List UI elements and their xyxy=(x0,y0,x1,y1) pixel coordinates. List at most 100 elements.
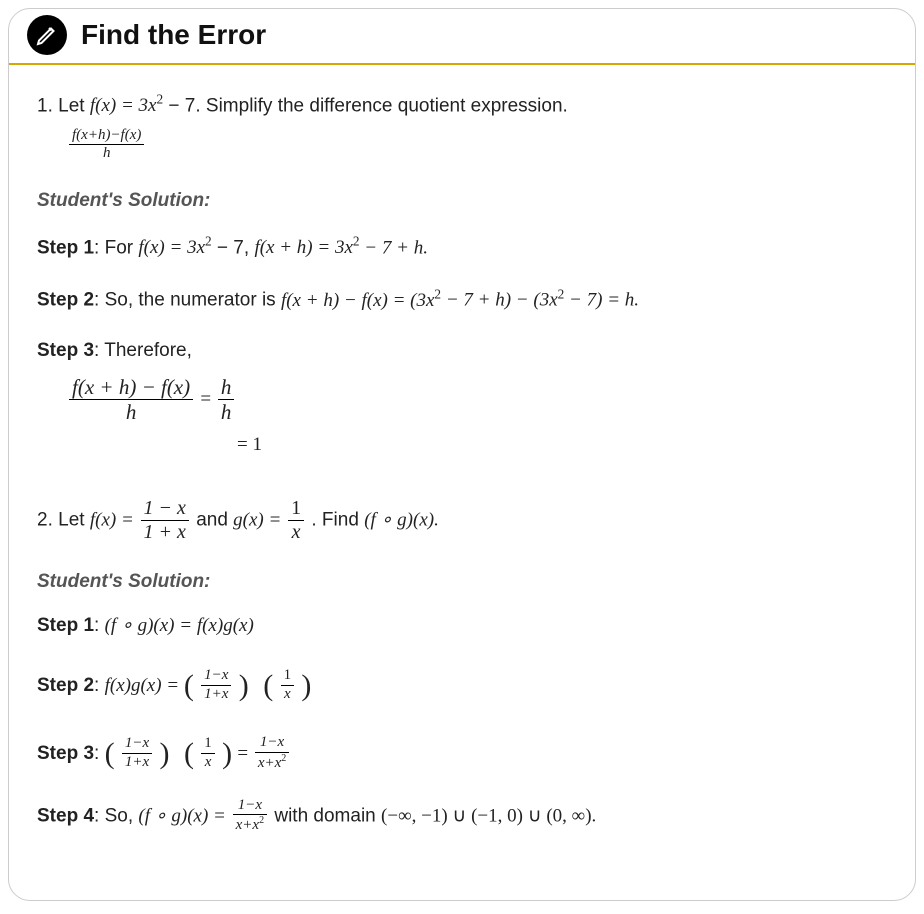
denominator: h xyxy=(69,145,144,162)
text: f(x) = 3x xyxy=(138,237,205,258)
text: − 7, xyxy=(212,237,255,258)
fraction: 1 x xyxy=(199,736,217,771)
denominator: x xyxy=(201,754,215,771)
fraction: 1 x xyxy=(279,668,297,703)
math-expr: f(x)g(x) = xyxy=(105,675,184,696)
card-title: Find the Error xyxy=(81,19,266,51)
text: : xyxy=(94,675,105,696)
numerator: 1−x xyxy=(201,668,231,686)
open-paren: ( xyxy=(105,737,115,770)
step-1: Step 1: For f(x) = 3x2 − 7, f(x + h) = 3… xyxy=(37,231,887,264)
exponent: 2 xyxy=(156,92,163,107)
numerator: 1 xyxy=(201,736,215,754)
pencil-icon xyxy=(27,15,67,55)
solution-label: Student's Solution: xyxy=(37,567,887,597)
text: and xyxy=(196,509,233,530)
difference-quotient: f(x+h)−f(x) h xyxy=(67,128,887,163)
exponent: 2 xyxy=(281,753,286,764)
step-label: Step 2 xyxy=(37,290,94,311)
math-expr: f(x + h) = 3x2 xyxy=(254,237,359,258)
text: : xyxy=(94,615,105,636)
fraction: 1 x xyxy=(286,498,306,543)
close-paren: ) xyxy=(239,669,249,702)
domain: (−∞, −1) ∪ (−1, 0) ∪ (0, ∞). xyxy=(381,805,596,826)
fraction: 1 − x 1 + x xyxy=(139,498,191,543)
fraction: 1−x 1+x xyxy=(199,668,233,703)
numerator: f(x+h)−f(x) xyxy=(69,128,144,146)
fraction: h h xyxy=(216,376,237,423)
numerator: 1−x xyxy=(255,735,289,753)
text: . Find xyxy=(311,509,364,530)
fraction: 1−x 1+x xyxy=(120,736,154,771)
exercise-card: Find the Error 1. Let f(x) = 3x2 − 7. Si… xyxy=(8,8,916,901)
text: : So, the numerator is xyxy=(94,290,281,311)
result: = 1 xyxy=(237,430,887,460)
denominator: 1 + x xyxy=(141,521,189,543)
text: − 7) = h. xyxy=(564,290,639,311)
math-expr: (f ∘ g)(x) = f(x)g(x) xyxy=(105,615,254,636)
math-expr: f(x) = 3x2 xyxy=(90,95,163,116)
equals: = xyxy=(237,743,252,764)
math-expr: f(x + h) − f(x) = (3x2 xyxy=(281,290,441,311)
text: x+x xyxy=(258,755,281,771)
denominator: x+x2 xyxy=(255,753,289,772)
text: x+x xyxy=(236,817,259,833)
problem-1: 1. Let f(x) = 3x2 − 7. Simplify the diff… xyxy=(37,89,887,460)
text: f(x + h) − f(x) = (3x xyxy=(281,290,434,311)
solution-label: Student's Solution: xyxy=(37,186,887,216)
numerator: 1 − x xyxy=(141,498,189,521)
numerator: h xyxy=(218,376,235,400)
card-body: 1. Let f(x) = 3x2 − 7. Simplify the diff… xyxy=(9,65,915,900)
card-header: Find the Error xyxy=(9,9,915,65)
numerator: 1 xyxy=(281,668,295,686)
fraction: f(x + h) − f(x) h xyxy=(67,376,195,423)
step-4: Step 4: So, (f ∘ g)(x) = 1−x x+x2 with d… xyxy=(37,798,887,835)
denominator: h xyxy=(69,400,193,423)
text: − 7 + h. xyxy=(360,237,428,258)
step-label: Step 4 xyxy=(37,805,94,826)
text: with domain xyxy=(274,805,381,826)
math-expr: g(x) = xyxy=(233,509,286,530)
denominator: 1+x xyxy=(201,686,231,703)
step-label: Step 2 xyxy=(37,675,94,696)
text: : Therefore, xyxy=(94,340,192,361)
open-paren: ( xyxy=(184,737,194,770)
exponent: 2 xyxy=(259,815,264,826)
denominator: x xyxy=(281,686,295,703)
exponent: 2 xyxy=(353,234,360,249)
text: f(x) = 3x xyxy=(90,95,157,116)
text: Let xyxy=(58,509,90,530)
text: Let xyxy=(58,95,90,116)
step-label: Step 3 xyxy=(37,340,94,361)
denominator: 1+x xyxy=(122,754,152,771)
denominator: x xyxy=(288,521,304,543)
step-label: Step 1 xyxy=(37,237,94,258)
text: : For xyxy=(94,237,138,258)
step-2: Step 2: f(x)g(x) = ( 1−x 1+x ) ( 1 x ) xyxy=(37,662,887,710)
open-paren: ( xyxy=(184,669,194,702)
problem-number: 1. xyxy=(37,95,53,116)
open-paren: ( xyxy=(263,669,273,702)
step-1: Step 1: (f ∘ g)(x) = f(x)g(x) xyxy=(37,611,887,641)
problem-1-statement: 1. Let f(x) = 3x2 − 7. Simplify the diff… xyxy=(37,89,887,122)
step-label: Step 3 xyxy=(37,743,94,764)
denominator: x+x2 xyxy=(233,815,267,834)
math-expr: f(x) = 3x2 xyxy=(138,237,211,258)
text: − 7. Simplify the difference quotient ex… xyxy=(168,95,567,116)
close-paren: ) xyxy=(301,669,311,702)
exponent: 2 xyxy=(205,234,212,249)
math-expr: f(x) = xyxy=(90,509,139,530)
numerator: 1 xyxy=(288,498,304,521)
step-3: Step 3: Therefore, f(x + h) − f(x) h = h… xyxy=(37,336,887,460)
close-paren: ) xyxy=(222,737,232,770)
numerator: 1−x xyxy=(233,798,267,816)
problem-number: 2. xyxy=(37,509,53,530)
close-paren: ) xyxy=(159,737,169,770)
step-label: Step 1 xyxy=(37,615,94,636)
text: : So, xyxy=(94,805,138,826)
math-expr: (f ∘ g)(x) = xyxy=(138,805,230,826)
step-3: Step 3: ( 1−x 1+x ) ( 1 x ) = 1−x x+x2 xyxy=(37,730,887,778)
step-2: Step 2: So, the numerator is f(x + h) − … xyxy=(37,283,887,316)
text: − 7 + h) − (3x xyxy=(441,290,558,311)
problem-2-statement: 2. Let f(x) = 1 − x 1 + x and g(x) = 1 x… xyxy=(37,498,887,543)
